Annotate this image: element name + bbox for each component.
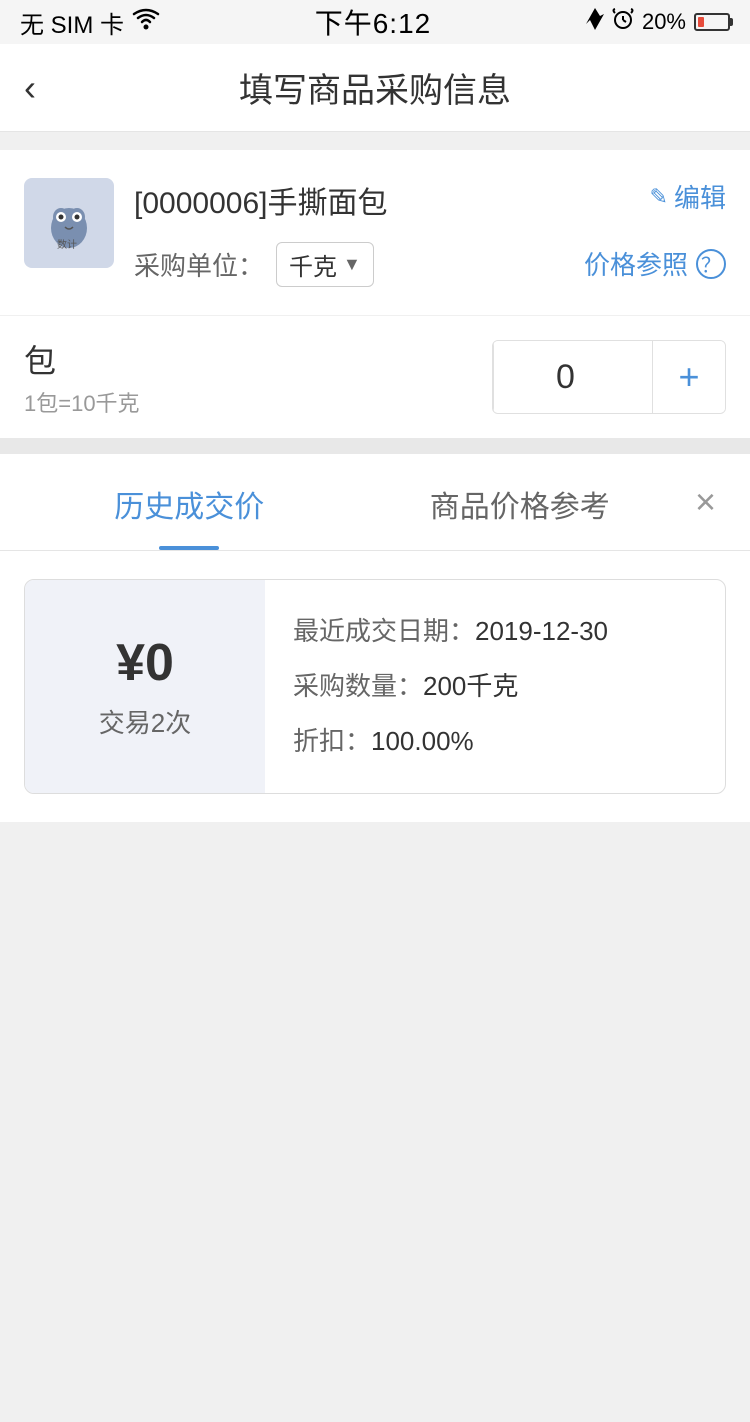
trade-card-right: 最近成交日期：2019-12-30 采购数量：200千克 折扣：100.00% xyxy=(265,580,725,793)
quantity-control: + xyxy=(492,340,726,414)
trade-discount-label: 折扣： xyxy=(293,726,371,756)
trade-date-value: 2019-12-30 xyxy=(475,616,608,646)
trade-discount-value: 100.00% xyxy=(371,726,474,756)
edit-label: 编辑 xyxy=(674,178,726,215)
page-title: 填写商品采购信息 xyxy=(239,63,511,112)
unit-selector[interactable]: 千克 ▼ xyxy=(276,242,374,287)
trade-count: 交易2次 xyxy=(99,703,191,740)
status-left: 无 SIM 卡 xyxy=(20,5,160,40)
battery-icon xyxy=(694,13,730,31)
wifi-icon xyxy=(132,8,160,37)
trade-qty-value: 200千克 xyxy=(423,671,518,701)
product-card: 数计 [0000006]手撕面包 采购单位： 千克 ▼ ✎ 编辑 xyxy=(0,150,750,315)
status-right: 20% xyxy=(586,8,730,36)
status-time: 下午6:12 xyxy=(315,2,432,42)
price-value: 0 xyxy=(145,634,174,692)
quantity-input[interactable] xyxy=(493,341,653,413)
product-image: 数计 xyxy=(24,178,114,268)
nav-bar: ‹ 填写商品采购信息 xyxy=(0,44,750,132)
product-header: 数计 [0000006]手撕面包 采购单位： 千克 ▼ ✎ 编辑 xyxy=(24,178,726,287)
tab-price-reference[interactable]: 商品价格参考 xyxy=(354,454,684,550)
trade-card: ¥0 交易2次 最近成交日期：2019-12-30 采购数量：200千克 折扣：… xyxy=(24,579,726,794)
price-ref-label: 价格参照 xyxy=(584,245,688,282)
back-button[interactable]: ‹ xyxy=(14,57,46,119)
quantity-unit: 包 xyxy=(24,336,140,382)
info-icon: ？ xyxy=(696,249,726,279)
trade-date-row: 最近成交日期：2019-12-30 xyxy=(293,612,697,651)
tab-close-button[interactable]: × xyxy=(685,471,726,533)
trade-card-left: ¥0 交易2次 xyxy=(25,580,265,793)
quantity-conversion: 1包=10千克 xyxy=(24,386,140,418)
alarm-icon xyxy=(612,8,634,36)
unit-label: 采购单位： xyxy=(134,246,264,283)
product-info: [0000006]手撕面包 采购单位： 千克 ▼ xyxy=(134,178,387,287)
status-bar: 无 SIM 卡 下午6:12 20 xyxy=(0,0,750,44)
battery-pct-text: 20% xyxy=(642,9,686,35)
price-ref-button[interactable]: 价格参照 ？ xyxy=(584,245,726,282)
dropdown-arrow-icon: ▼ xyxy=(343,254,361,275)
product-logo: 数计 xyxy=(39,193,99,253)
tabs-section: 历史成交价 商品价格参考 × ¥0 交易2次 最近成交日期：2019-12-30… xyxy=(0,454,750,822)
tab-history-price[interactable]: 历史成交价 xyxy=(24,454,354,550)
trade-list: ¥0 交易2次 最近成交日期：2019-12-30 采购数量：200千克 折扣：… xyxy=(0,551,750,822)
trade-discount-row: 折扣：100.00% xyxy=(293,722,697,761)
quantity-section: 包 1包=10千克 + xyxy=(0,315,750,438)
edit-button[interactable]: ✎ 编辑 xyxy=(650,178,726,215)
trade-price: ¥0 xyxy=(116,633,174,693)
currency-symbol: ¥ xyxy=(116,634,145,692)
quantity-plus-button[interactable]: + xyxy=(653,341,725,413)
divider-strip xyxy=(0,438,750,454)
location-icon xyxy=(586,8,604,36)
edit-icon: ✎ xyxy=(650,184,668,210)
carrier-text: 无 SIM 卡 xyxy=(20,5,124,40)
quantity-label: 包 1包=10千克 xyxy=(24,336,140,418)
trade-date-label: 最近成交日期： xyxy=(293,616,475,646)
unit-value: 千克 xyxy=(289,247,337,282)
main-content xyxy=(0,822,750,1422)
product-left: 数计 [0000006]手撕面包 采购单位： 千克 ▼ xyxy=(24,178,387,287)
product-actions: ✎ 编辑 价格参照 ？ xyxy=(584,178,726,282)
svg-text:数计: 数计 xyxy=(57,238,77,251)
trade-qty-label: 采购数量： xyxy=(293,671,423,701)
tabs-header: 历史成交价 商品价格参考 × xyxy=(0,454,750,551)
trade-qty-row: 采购数量：200千克 xyxy=(293,667,697,706)
unit-row: 采购单位： 千克 ▼ xyxy=(134,242,387,287)
product-name: [0000006]手撕面包 xyxy=(134,178,387,222)
